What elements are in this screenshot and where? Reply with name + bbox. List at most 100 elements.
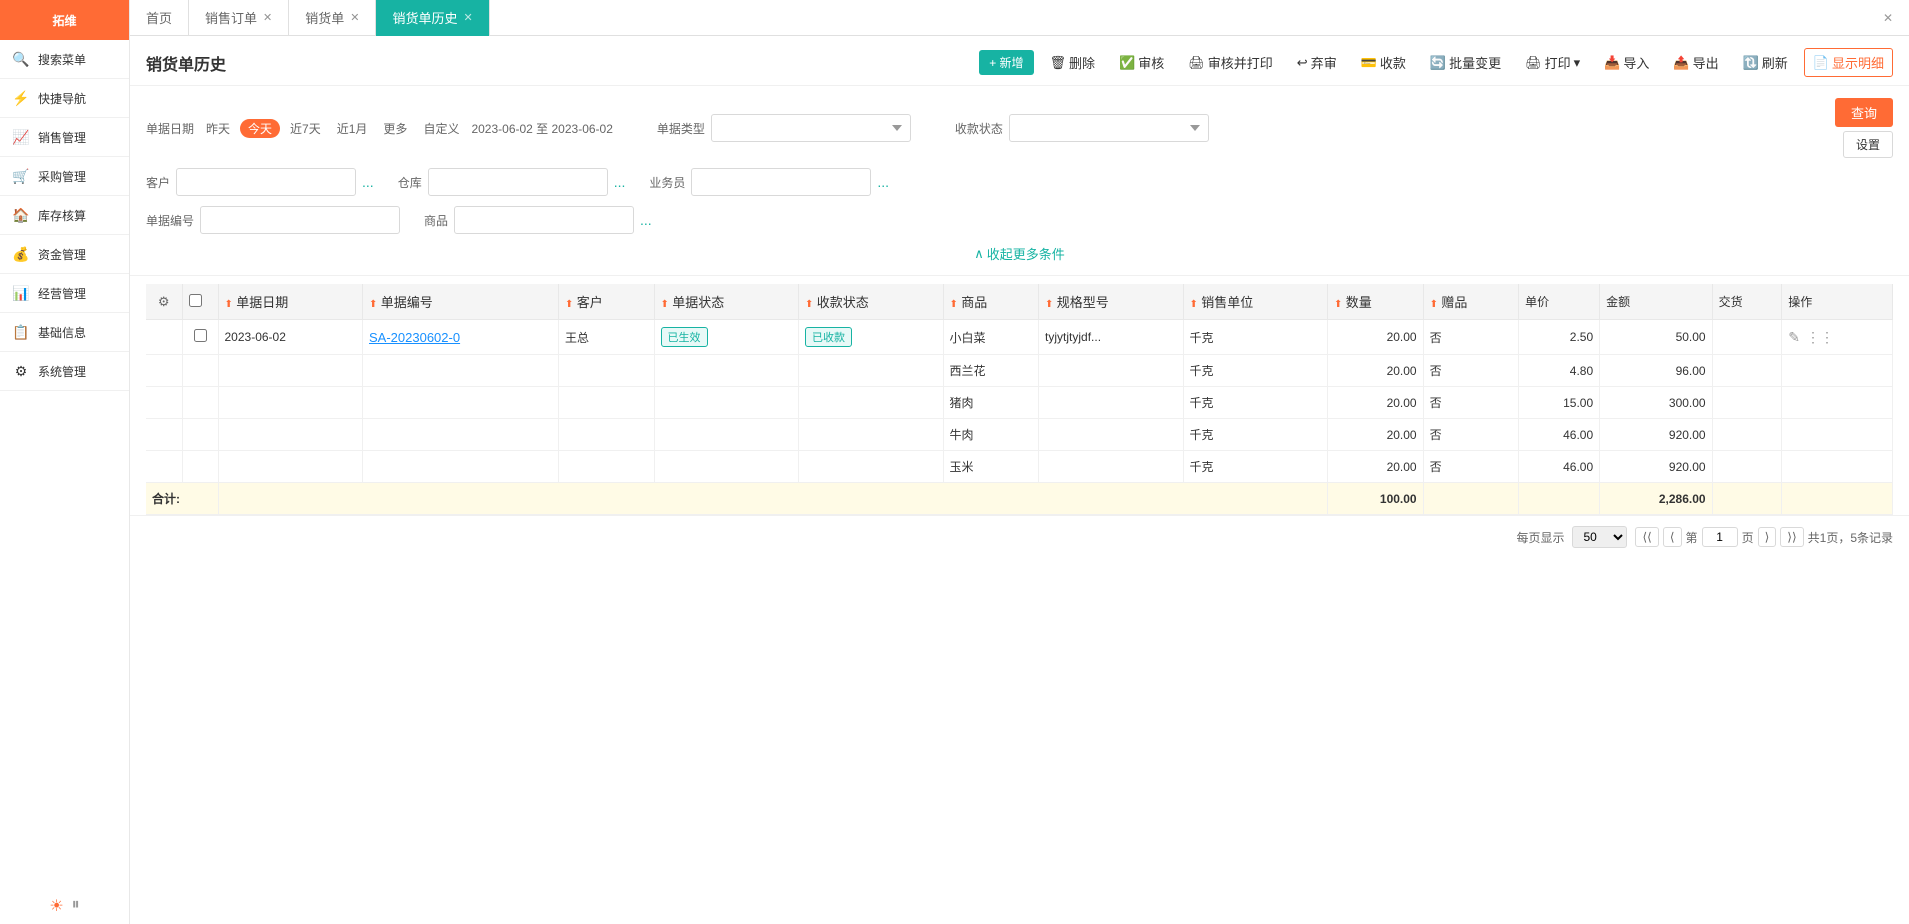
date-today[interactable]: 今天 [240,119,280,138]
col-customer[interactable]: ⬆ 客户 [558,284,654,320]
import-button[interactable]: 📥 导入 [1596,49,1657,76]
row-doc-no[interactable] [363,451,559,483]
tab-sales-history[interactable]: 销货单历史 ✕ [376,0,489,36]
filter-doc-type: 单据类型 [657,114,911,142]
col-unit-price[interactable]: 单价 [1519,284,1600,320]
row-check[interactable] [194,329,207,342]
row-goods: 西兰花 [943,355,1039,387]
date-7days[interactable]: 近7天 [284,118,327,139]
new-button[interactable]: + 新增 [979,50,1033,75]
table-settings-icon[interactable]: ⚙ [158,294,170,309]
col-settings[interactable]: ⚙ [146,284,182,320]
row-checkbox[interactable] [182,451,218,483]
tab-sales-goods[interactable]: 销货单 ✕ [289,0,376,36]
col-spec[interactable]: ⬆ 规格型号 [1039,284,1184,320]
salesperson-dots[interactable]: ... [877,174,889,190]
customer-input[interactable] [176,168,356,196]
sidebar-item-ops-mgmt[interactable]: 📊 经营管理 [0,274,129,313]
refresh-button[interactable]: 🔃 刷新 [1735,49,1796,76]
goods-input[interactable] [454,206,634,234]
goods-dots[interactable]: ... [640,212,652,228]
sidebar-item-basic-info[interactable]: 📋 基础信息 [0,313,129,352]
col-checkbox[interactable] [182,284,218,320]
sidebar-item-sales-mgmt[interactable]: 📈 销售管理 [0,118,129,157]
col-sales-unit[interactable]: ⬆ 销售单位 [1183,284,1328,320]
date-more[interactable]: 更多 [377,118,413,139]
sidebar-item-label: 系统管理 [38,363,86,380]
more-icon[interactable]: ⋮⋮ [1806,329,1834,346]
col-gift[interactable]: ⬆ 赠品 [1423,284,1519,320]
abandon-button[interactable]: ↩ 弃审 [1289,49,1345,76]
edit-icon[interactable]: ✎ [1788,329,1800,346]
sidebar-item-inventory-calc[interactable]: 🏠 库存核算 [0,196,129,235]
row-sales-unit: 千克 [1183,387,1328,419]
sidebar-item-label: 搜索菜单 [38,51,86,68]
col-amount[interactable]: 金额 [1600,284,1712,320]
select-all-checkbox[interactable] [189,294,202,307]
page-first-button[interactable]: ⟨⟨ [1635,527,1658,547]
page-number-input[interactable]: 1 [1702,527,1738,547]
page-prev-button[interactable]: ⟨ [1663,527,1682,547]
row-doc-no[interactable]: SA-20230602-0 [363,320,559,355]
collect-status-select[interactable] [1009,114,1209,142]
salesperson-input[interactable] [691,168,871,196]
col-transaction[interactable]: 交货 [1712,284,1782,320]
export-button[interactable]: 📤 导出 [1665,49,1726,76]
col-collect-status[interactable]: ⬆ 收款状态 [799,284,944,320]
date-yesterday[interactable]: 昨天 [200,118,236,139]
date-1month[interactable]: 近1月 [331,118,374,139]
col-doc-date[interactable]: ⬆ 单据日期 [218,284,363,320]
sidebar-item-label: 销售管理 [38,129,86,146]
sidebar-bottom-icon1[interactable]: ☀ [49,896,63,916]
tab-home[interactable]: 首页 [130,0,189,36]
date-custom[interactable]: 自定义 [417,118,465,139]
tab-sales-goods-close[interactable]: ✕ [350,11,359,24]
sidebar-item-search-menu[interactable]: 🔍 搜索菜单 [0,40,129,79]
tab-sales-order[interactable]: 销售订单 ✕ [189,0,289,36]
col-goods[interactable]: ⬆ 商品 [943,284,1039,320]
collect-button[interactable]: 💳 收款 [1353,49,1414,76]
tab-sales-history-close[interactable]: ✕ [464,11,473,24]
col-doc-no[interactable]: ⬆ 单据编号 [363,284,559,320]
customer-dots[interactable]: ... [362,174,374,190]
sidebar-item-finance-mgmt[interactable]: 💰 资金管理 [0,235,129,274]
collapse-button[interactable]: ∧ 收起更多条件 [974,244,1065,263]
row-doc-no[interactable] [363,355,559,387]
col-customer-sort: ⬆ [565,299,573,310]
set-button[interactable]: 设置 [1843,131,1893,158]
row-checkbox[interactable] [182,387,218,419]
purchase-icon: 🛒 [12,167,30,185]
page-next-button[interactable]: ⟩ [1758,527,1777,547]
row-action [1782,419,1893,451]
tab-close-all[interactable]: ✕ [1867,11,1909,25]
warehouse-input[interactable] [428,168,608,196]
query-button[interactable]: 查询 [1835,98,1893,127]
sidebar-item-quick-nav[interactable]: ⚡ 快捷导航 [0,79,129,118]
row-checkbox[interactable] [182,355,218,387]
row-checkbox[interactable] [182,320,218,355]
sidebar-bottom: ☀ ⏸ [0,888,129,924]
print-button[interactable]: 🖨 打印 ▾ [1517,49,1588,76]
delete-button[interactable]: 🗑 删除 [1042,49,1104,76]
col-doc-status[interactable]: ⬆ 单据状态 [654,284,799,320]
row-doc-no[interactable] [363,419,559,451]
page-last-button[interactable]: ⟩⟩ [1780,527,1803,547]
show-detail-button[interactable]: 📄 显示明细 [1804,48,1893,77]
row-doc-no[interactable] [363,387,559,419]
doc-type-select[interactable] [711,114,911,142]
row-checkbox[interactable] [182,419,218,451]
col-quantity[interactable]: ⬆ 数量 [1328,284,1424,320]
page-header: 销货单历史 + 新增 🗑 删除 ✅ 审核 🖨 审核并打印 ↩ 弃审 [130,36,1909,86]
warehouse-dots[interactable]: ... [614,174,626,190]
batch-change-button[interactable]: 🔄 批量变更 [1422,49,1509,76]
tab-sales-order-close[interactable]: ✕ [263,11,272,24]
audit-print-button[interactable]: 🖨 审核并打印 [1180,49,1281,76]
filter-row-2: 客户 ... 仓库 ... 业务员 ... [146,168,1893,196]
sidebar-item-purchase-mgmt[interactable]: 🛒 采购管理 [0,157,129,196]
sidebar-bottom-icon2[interactable]: ⏸ [72,896,80,916]
sidebar-item-system-mgmt[interactable]: ⚙ 系统管理 [0,352,129,391]
row-unit-price: 2.50 [1519,320,1600,355]
doc-no-input[interactable] [200,206,400,234]
audit-button[interactable]: ✅ 审核 [1111,49,1172,76]
page-size-select[interactable]: 102050100 [1572,526,1627,548]
